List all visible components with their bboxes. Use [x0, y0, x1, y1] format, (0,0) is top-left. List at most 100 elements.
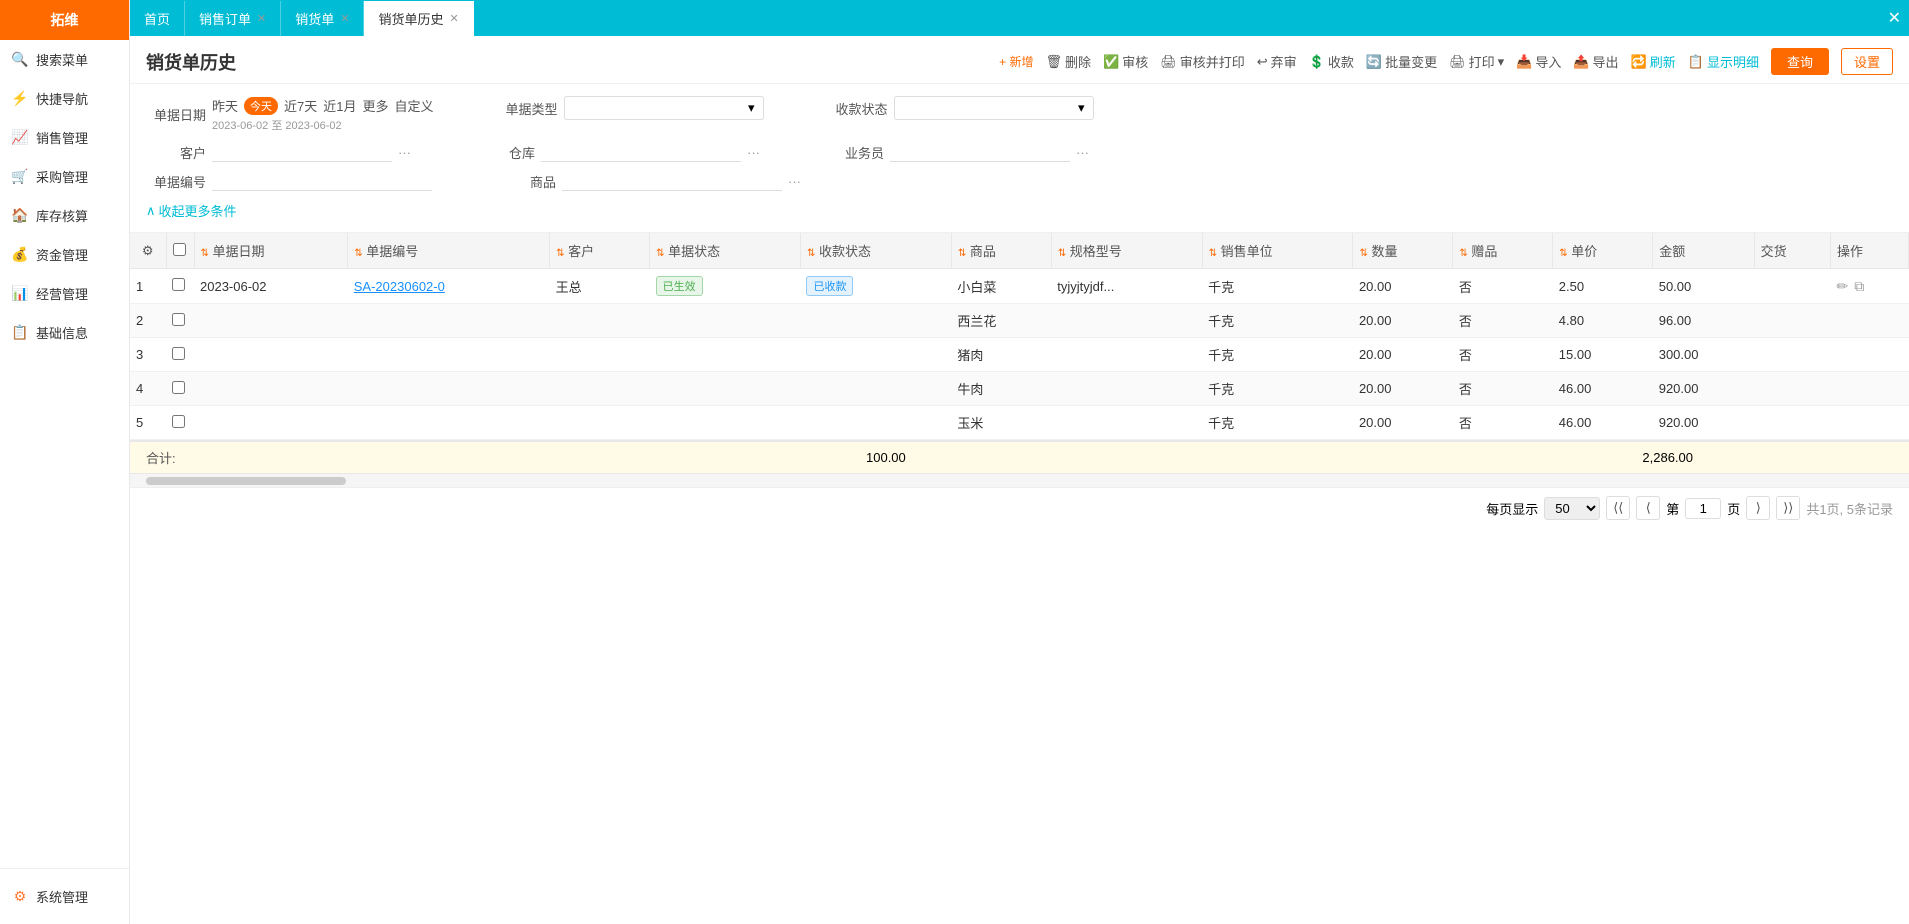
sidebar-item-finance[interactable]: 💰 资金管理 [0, 235, 129, 274]
tab-sales-history[interactable]: 销货单历史 ✕ [364, 1, 473, 36]
sidebar-item-inventory[interactable]: 🏠 库存核算 [0, 196, 129, 235]
sort-unit-icon[interactable]: ⇅ [1209, 248, 1217, 259]
row-checkbox[interactable] [172, 347, 185, 360]
table-wrapper: ⚙ ⇅ 单据日期 ⇅ 单据编号 ⇅ 客户 ⇅ 单据状态 ⇅ 收款状态 ⇅ 商品 … [130, 233, 1909, 440]
row-checkbox[interactable] [172, 313, 185, 326]
sidebar-item-sys-mgmt[interactable]: ⚙ 系统管理 [0, 877, 129, 916]
audit-button[interactable]: ✅ 审核 [1103, 52, 1148, 71]
new-button[interactable]: + 新增 [999, 53, 1033, 70]
batch-change-button[interactable]: 🔄 批量变更 [1366, 52, 1437, 71]
sort-icon[interactable]: ⇅ [201, 248, 209, 259]
row-spec [1051, 304, 1202, 338]
sidebar-item-quick-nav[interactable]: ⚡ 快捷导航 [0, 79, 129, 118]
shortcut-today[interactable]: 今天 [244, 97, 278, 115]
setting-button[interactable]: 设置 [1841, 48, 1893, 75]
close-sales-history-tab[interactable]: ✕ [450, 12, 459, 25]
staff-dots[interactable]: ··· [1076, 145, 1089, 160]
sort-doc-no-icon[interactable]: ⇅ [354, 248, 362, 259]
sidebar-item-sales-mgmt[interactable]: 📈 销售管理 [0, 118, 129, 157]
print-button[interactable]: 🖨 打印 ▾ [1449, 52, 1504, 71]
row-select[interactable] [166, 372, 194, 406]
close-all-tabs[interactable]: ✕ [1880, 4, 1909, 32]
sort-qty-icon[interactable]: ⇅ [1359, 248, 1367, 259]
col-checkbox[interactable] [166, 233, 194, 269]
collect-status-select[interactable]: ▾ [894, 96, 1094, 120]
copy-icon[interactable]: ⧉ [1854, 278, 1864, 295]
goods-input[interactable] [562, 172, 782, 191]
col-settings[interactable]: ⚙ [130, 233, 166, 269]
row-checkbox[interactable] [172, 415, 185, 428]
toolbar: + 新增 🗑 删除 ✅ 审核 🖨 审核并打印 ↩ 弃审 [999, 48, 1893, 75]
sidebar-item-purchase-mgmt[interactable]: 🛒 采购管理 [0, 157, 129, 196]
page-title: 销货单历史 [146, 49, 236, 75]
query-button[interactable]: 查询 [1771, 48, 1829, 75]
row-doc-no [348, 372, 550, 406]
shortcut-yesterday[interactable]: 昨天 [212, 96, 238, 115]
collapse-filter-btn[interactable]: ∧ 收起更多条件 [146, 201, 1893, 220]
last-page-btn[interactable]: ⟩⟩ [1776, 496, 1800, 520]
goods-label: 商品 [496, 172, 556, 191]
table-row: 12023-06-02SA-20230602-0王总已生效已收款小白菜tyjyj… [130, 269, 1909, 304]
staff-input[interactable] [890, 143, 1070, 162]
row-action[interactable]: ✏⧉ [1831, 269, 1909, 304]
delete-button[interactable]: 🗑 删除 [1046, 52, 1092, 71]
doc-type-select[interactable]: ▾ [564, 96, 764, 120]
customer-dots[interactable]: ··· [398, 145, 411, 160]
collect-button[interactable]: 💲 收款 [1309, 52, 1354, 71]
page-size-select[interactable]: 50 100 200 [1544, 497, 1600, 520]
audit-print-button[interactable]: 🖨 审核并打印 [1160, 52, 1245, 71]
prev-page-btn[interactable]: ⟨ [1636, 496, 1660, 520]
row-checkbox[interactable] [172, 278, 185, 291]
close-sales-delivery-tab[interactable]: ✕ [340, 12, 349, 25]
row-gift: 否 [1453, 338, 1553, 372]
close-sales-order-tab[interactable]: ✕ [257, 12, 266, 25]
row-select[interactable] [166, 338, 194, 372]
sort-spec-icon[interactable]: ⇅ [1058, 248, 1066, 259]
sort-gift-icon[interactable]: ⇅ [1459, 248, 1467, 259]
next-page-btn[interactable]: ⟩ [1746, 496, 1770, 520]
sidebar-item-operation[interactable]: 📊 经营管理 [0, 274, 129, 313]
warehouse-input[interactable] [541, 143, 741, 162]
abandon-button[interactable]: ↩ 弃审 [1257, 52, 1297, 71]
sidebar-item-basic-info[interactable]: 📋 基础信息 [0, 313, 129, 352]
shortcut-custom[interactable]: 自定义 [395, 96, 434, 115]
row-select[interactable] [166, 269, 194, 304]
row-checkbox[interactable] [172, 381, 185, 394]
customer-input[interactable] [212, 143, 392, 162]
row-select[interactable] [166, 304, 194, 338]
page-input[interactable] [1685, 498, 1721, 519]
sort-goods-icon[interactable]: ⇅ [958, 248, 966, 259]
row-goods: 猪肉 [951, 338, 1051, 372]
row-select[interactable] [166, 406, 194, 440]
import-button[interactable]: 📥 导入 [1516, 52, 1561, 71]
tab-sales-order[interactable]: 销售订单 ✕ [185, 1, 281, 36]
row-unit-price: 4.80 [1553, 304, 1653, 338]
shortcut-1month[interactable]: 近1月 [323, 96, 356, 115]
sort-collect-status-icon[interactable]: ⇅ [807, 248, 815, 259]
show-detail-button[interactable]: 📋 显示明细 [1688, 52, 1759, 71]
refresh-button[interactable]: 🔁 刷新 [1631, 52, 1676, 71]
sort-doc-status-icon[interactable]: ⇅ [656, 248, 664, 259]
row-unit-price: 15.00 [1553, 338, 1653, 372]
shortcut-7days[interactable]: 近7天 [284, 96, 317, 115]
sort-price-icon[interactable]: ⇅ [1559, 248, 1567, 259]
customer-label: 客户 [146, 143, 206, 162]
first-page-btn[interactable]: ⟨⟨ [1606, 496, 1630, 520]
page-of-label: 页 [1727, 499, 1740, 518]
sort-customer-icon[interactable]: ⇅ [556, 248, 564, 259]
doc-no-link[interactable]: SA-20230602-0 [354, 279, 445, 294]
doc-no-input[interactable] [212, 172, 432, 191]
tab-sales-delivery[interactable]: 销货单 ✕ [281, 1, 364, 36]
row-doc-no[interactable]: SA-20230602-0 [348, 269, 550, 304]
row-gift: 否 [1453, 406, 1553, 440]
edit-icon[interactable]: ✏ [1837, 278, 1849, 295]
sidebar-item-search-menu[interactable]: 🔍 搜索菜单 [0, 40, 129, 79]
horizontal-scrollbar[interactable] [146, 477, 346, 485]
select-all-checkbox[interactable] [173, 243, 186, 256]
export-button[interactable]: 📤 导出 [1573, 52, 1618, 71]
shortcut-more[interactable]: 更多 [362, 96, 388, 115]
tab-home[interactable]: 首页 [130, 1, 185, 36]
goods-dots[interactable]: ··· [788, 174, 801, 189]
doc-type-value [573, 101, 577, 116]
warehouse-dots[interactable]: ··· [747, 145, 760, 160]
